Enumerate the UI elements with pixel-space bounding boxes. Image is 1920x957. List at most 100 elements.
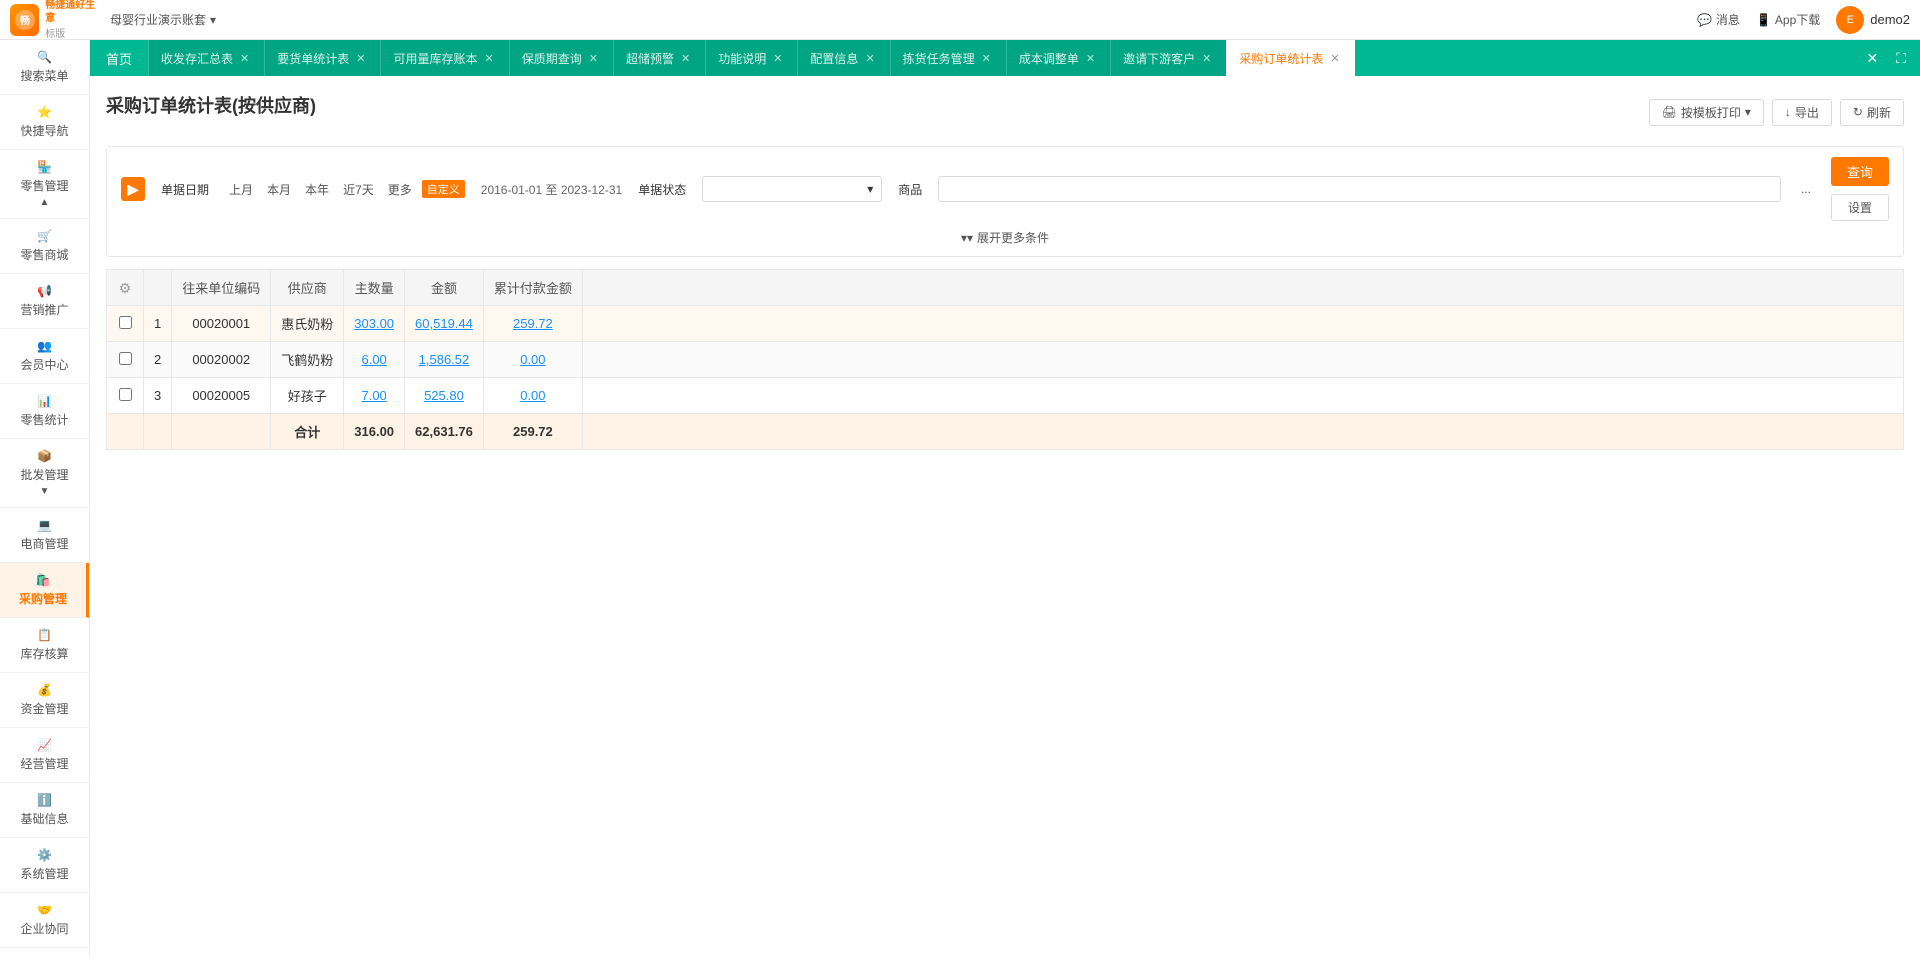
sidebar-marketing-label: 营销推广 (20, 301, 68, 318)
last-month-btn[interactable]: 上月 (225, 180, 257, 199)
app-download-label: App下载 (1775, 11, 1820, 28)
tab-overstock-close[interactable]: ✕ (678, 51, 693, 66)
sidebar-item-wholesale[interactable]: 📦 批发管理 ▼ (0, 439, 89, 508)
print-button[interactable]: 🖨 按模板打印 ▾ (1649, 99, 1764, 126)
checkbox-3[interactable] (119, 388, 132, 401)
svg-text:畅: 畅 (20, 14, 30, 27)
app-download-button[interactable]: 📱 App下载 (1756, 11, 1820, 28)
filter-toggle-button[interactable]: ▶ (121, 177, 145, 201)
row2-quantity[interactable]: 6.00 (344, 342, 405, 378)
download-icon: 📱 (1756, 13, 1771, 27)
user-menu[interactable]: E demo2 (1836, 6, 1910, 34)
content-area: 首页 收发存汇总表 ✕ 要货单统计表 ✕ 可用量库存账本 ✕ 保质期查询 ✕ 超… (90, 40, 1920, 957)
finance-icon: 💰 (37, 683, 52, 697)
checkbox-1[interactable] (119, 316, 132, 329)
goods-input[interactable] (938, 176, 1781, 202)
sidebar-item-ecommerce[interactable]: 💻 电商管理 (0, 508, 89, 563)
row1-amount[interactable]: 60,519.44 (405, 306, 484, 342)
row1-paid[interactable]: 259.72 (483, 306, 582, 342)
tab-warranty[interactable]: 保质期查询 ✕ (509, 40, 613, 76)
row2-supplier: 飞鹤奶粉 (271, 342, 344, 378)
th-checkbox: ⚙ (107, 270, 144, 306)
row3-paid[interactable]: 0.00 (483, 378, 582, 414)
tab-order-summary[interactable]: 要货单统计表 ✕ (264, 40, 380, 76)
row1-quantity[interactable]: 303.00 (344, 306, 405, 342)
sidebar-item-quick-nav[interactable]: ⭐ 快捷导航 (0, 95, 89, 150)
settings-button[interactable]: 设置 (1831, 194, 1889, 221)
tab-invite-close[interactable]: ✕ (1199, 51, 1214, 66)
sidebar-item-retail-shop[interactable]: 🛒 零售商城 (0, 219, 89, 274)
sidebar-item-marketing[interactable]: 📢 营销推广 (0, 274, 89, 329)
tab-close-all-button[interactable]: ✕ (1860, 48, 1884, 69)
sidebar-member-label: 会员中心 (20, 356, 68, 373)
sidebar-item-system[interactable]: ⚙️ 系统管理 (0, 838, 89, 893)
tab-config-info[interactable]: 配置信息 ✕ (797, 40, 889, 76)
tab-pick-task-close[interactable]: ✕ (979, 51, 994, 66)
tab-invite[interactable]: 邀请下游客户 ✕ (1110, 40, 1226, 76)
sidebar-item-new-guide[interactable]: 🎯 新手引导 (0, 948, 89, 957)
tab-config-close[interactable]: ✕ (862, 51, 877, 66)
workspace-selector[interactable]: 母婴行业演示账套 ▾ (110, 11, 1687, 28)
sidebar-item-basic-info[interactable]: ℹ️ 基础信息 (0, 783, 89, 838)
tab-available-stock[interactable]: 可用量库存账本 ✕ (380, 40, 508, 76)
tab-collect-pay[interactable]: 收发存汇总表 ✕ (148, 40, 264, 76)
tab-available-stock-close[interactable]: ✕ (482, 51, 497, 66)
row2-paid[interactable]: 0.00 (483, 342, 582, 378)
sidebar-item-member[interactable]: 👥 会员中心 (0, 329, 89, 384)
row3-amount[interactable]: 525.80 (405, 378, 484, 414)
tab-warranty-close[interactable]: ✕ (586, 51, 601, 66)
tab-purchase-stats[interactable]: 采购订单统计表 ✕ (1226, 40, 1354, 76)
query-button[interactable]: 查询 (1831, 157, 1889, 186)
sidebar-item-retail-mgmt[interactable]: 🏪 零售管理 ▲ (0, 150, 89, 219)
sidebar-item-operations[interactable]: 📈 经营管理 (0, 728, 89, 783)
row2-code: 00020002 (172, 342, 271, 378)
row2-checkbox[interactable] (107, 342, 144, 378)
row2-amount[interactable]: 1,586.52 (405, 342, 484, 378)
tab-cost-adjust[interactable]: 成本调整单 ✕ (1006, 40, 1110, 76)
marketing-icon: 📢 (37, 284, 52, 298)
tab-purchase-stats-label: 采购订单统计表 (1239, 50, 1323, 67)
tab-cost-adjust-close[interactable]: ✕ (1083, 51, 1098, 66)
this-month-btn[interactable]: 本月 (263, 180, 295, 199)
messages-button[interactable]: 💬 消息 (1697, 11, 1740, 28)
footer-checkbox-cell (107, 414, 144, 450)
row2-index: 2 (144, 342, 172, 378)
tab-overstock[interactable]: 超储预警 ✕ (613, 40, 705, 76)
more-conditions-btn[interactable]: ... (1797, 181, 1815, 197)
sidebar-item-purchase[interactable]: 🛍️ 采购管理 (0, 563, 89, 618)
tab-expand-button[interactable]: ⛶ (1890, 48, 1912, 69)
row1-checkbox[interactable] (107, 306, 144, 342)
page-title: 采购订单统计表(按供应商) (106, 92, 316, 118)
row3-checkbox[interactable] (107, 378, 144, 414)
column-settings-icon[interactable]: ⚙ (117, 280, 133, 296)
row1-index: 1 (144, 306, 172, 342)
top-bar: 畅 畅捷通好生意 标版 母婴行业演示账套 ▾ 💬 消息 📱 App下载 E de… (0, 0, 1920, 40)
custom-date-tag[interactable]: 自定义 (422, 180, 465, 198)
sidebar-item-enterprise[interactable]: 🤝 企业协同 (0, 893, 89, 948)
expand-button[interactable]: ▾▾ 展开更多条件 (961, 229, 1049, 246)
tab-func-desc[interactable]: 功能说明 ✕ (705, 40, 797, 76)
tab-collect-pay-close[interactable]: ✕ (237, 51, 252, 66)
row3-quantity[interactable]: 7.00 (344, 378, 405, 414)
tab-purchase-stats-close[interactable]: ✕ (1327, 51, 1342, 66)
sidebar-item-search[interactable]: 🔍 搜索菜单 (0, 40, 89, 95)
checkbox-2[interactable] (119, 352, 132, 365)
tab-home[interactable]: 首页 (90, 40, 148, 76)
tab-func-desc-close[interactable]: ✕ (770, 51, 785, 66)
footer-code-cell (172, 414, 271, 450)
sidebar-item-retail-stats[interactable]: 📊 零售统计 (0, 384, 89, 439)
search-icon: 🔍 (37, 50, 52, 64)
refresh-button[interactable]: ↻ 刷新 (1840, 99, 1904, 126)
tab-pick-task[interactable]: 拣货任务管理 ✕ (890, 40, 1006, 76)
tab-order-summary-close[interactable]: ✕ (353, 51, 368, 66)
sidebar-item-finance[interactable]: 💰 资金管理 (0, 673, 89, 728)
status-select[interactable]: ▾ (702, 176, 882, 202)
more-dates-btn[interactable]: 更多 (384, 180, 416, 199)
workspace-label: 母婴行业演示账套 (110, 11, 206, 28)
sidebar-item-inventory[interactable]: 📋 库存核算 (0, 618, 89, 673)
wholesale-icon: 📦 (37, 449, 52, 463)
export-button[interactable]: ↓ 导出 (1772, 99, 1832, 126)
last-7days-btn[interactable]: 近7天 (339, 180, 378, 199)
this-year-btn[interactable]: 本年 (301, 180, 333, 199)
main-layout: 🔍 搜索菜单 ⭐ 快捷导航 🏪 零售管理 ▲ 🛒 零售商城 📢 营销推广 👥 会… (0, 40, 1920, 957)
